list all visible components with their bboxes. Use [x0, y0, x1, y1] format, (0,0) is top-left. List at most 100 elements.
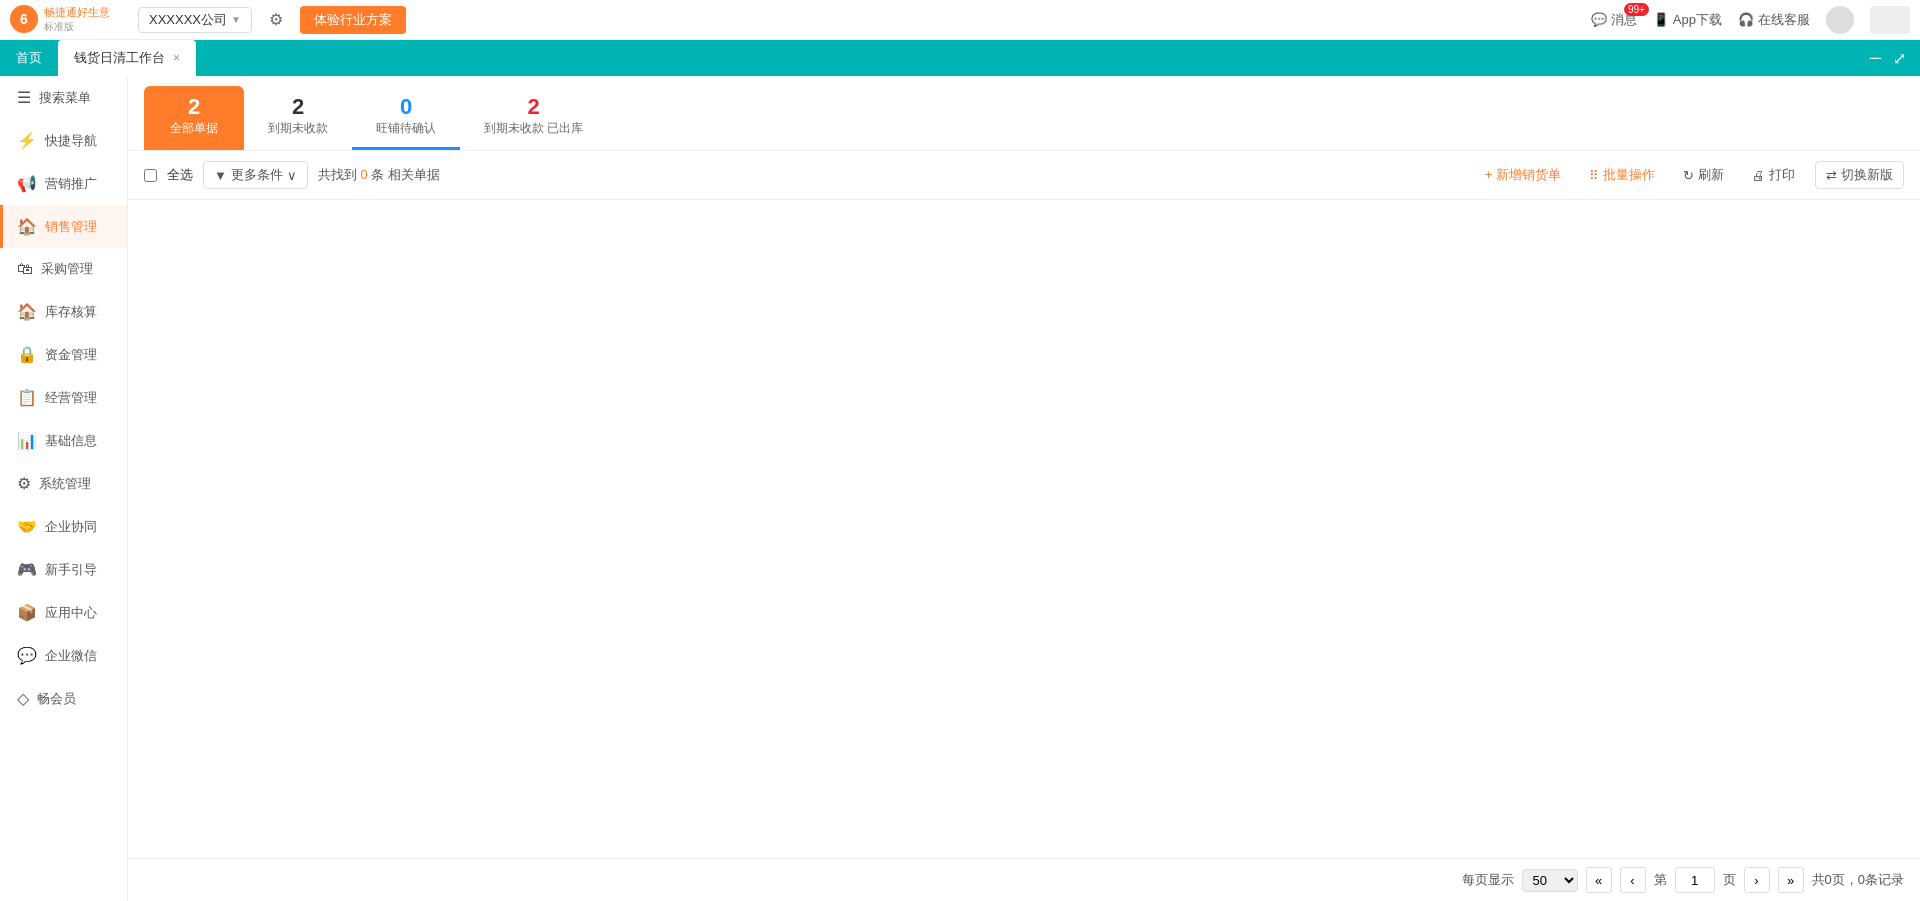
- tab-bar: 首页 钱货日清工作台 × ─ ⤢: [0, 40, 1920, 76]
- tab-close-icon[interactable]: ×: [173, 51, 180, 65]
- select-all-checkbox[interactable]: [144, 169, 157, 182]
- content-area: 2 全部单据 2 到期未收款 0 旺铺待确认 2 到期未收款 已出库 全选 ▼ …: [128, 76, 1920, 901]
- guide-icon: 🎮: [17, 560, 37, 579]
- tab-home[interactable]: 首页: [0, 40, 58, 76]
- header-right: 💬 消息 99+ 📱 App下载 🎧 在线客服: [1591, 6, 1910, 34]
- sidebar-item-system-label: 系统管理: [39, 475, 91, 493]
- switch-label: 切换新版: [1841, 166, 1893, 184]
- found-unit: 条: [371, 167, 384, 182]
- prev-page-btn[interactable]: ‹: [1620, 867, 1646, 893]
- sidebar-item-inventory[interactable]: 🏠 库存核算: [0, 290, 127, 333]
- sidebar-item-system[interactable]: ⚙ 系统管理: [0, 462, 127, 505]
- sidebar-item-finance-label: 资金管理: [45, 346, 97, 364]
- first-page-btn[interactable]: «: [1586, 867, 1612, 893]
- sidebar-item-sales-label: 销售管理: [45, 218, 97, 236]
- operations-icon: 📋: [17, 388, 37, 407]
- online-service-button[interactable]: 🎧 在线客服: [1738, 11, 1810, 29]
- last-page-btn[interactable]: »: [1778, 867, 1804, 893]
- basics-icon: 📊: [17, 431, 37, 450]
- sidebar-item-basics-label: 基础信息: [45, 432, 97, 450]
- appstore-icon: 📦: [17, 603, 37, 622]
- download-icon: 📱: [1653, 12, 1669, 27]
- switch-version-btn[interactable]: ⇄ 切换新版: [1815, 161, 1904, 189]
- stat-all-num: 2: [188, 94, 200, 120]
- sidebar-item-inventory-label: 库存核算: [45, 303, 97, 321]
- user-name[interactable]: [1870, 6, 1910, 34]
- batch-icon: ⠿: [1589, 168, 1599, 183]
- search-menu-icon: ☰: [17, 88, 31, 107]
- avatar[interactable]: [1826, 6, 1854, 34]
- stat-tab-overdue[interactable]: 2 到期未收款: [244, 86, 352, 150]
- messages-badge: 99+: [1624, 3, 1649, 16]
- found-suffix: 相关单据: [388, 167, 440, 182]
- sidebar-item-guide-label: 新手引导: [45, 561, 97, 579]
- stat-overdue-out-label: 到期未收款 已出库: [484, 120, 583, 137]
- sales-icon: 🏠: [17, 217, 37, 236]
- per-page-label: 每页显示: [1462, 871, 1514, 889]
- inventory-icon: 🏠: [17, 302, 37, 321]
- sidebar-item-guide[interactable]: 🎮 新手引导: [0, 548, 127, 591]
- finance-icon: 🔒: [17, 345, 37, 364]
- sidebar-item-appstore[interactable]: 📦 应用中心: [0, 591, 127, 634]
- stat-tab-all[interactable]: 2 全部单据: [144, 86, 244, 150]
- sidebar-item-member[interactable]: ◇ 畅会员: [0, 677, 127, 720]
- sidebar-item-quicknav[interactable]: ⚡ 快捷导航: [0, 119, 127, 162]
- stat-tab-wangpu[interactable]: 0 旺铺待确认: [352, 86, 460, 150]
- refresh-btn[interactable]: ↻ 刷新: [1675, 162, 1732, 188]
- service-icon: 🎧: [1738, 12, 1754, 27]
- sidebar-item-member-label: 畅会员: [37, 690, 76, 708]
- batch-label: 批量操作: [1603, 166, 1655, 184]
- page-input[interactable]: [1675, 867, 1715, 893]
- total-info: 共0页，0条记录: [1812, 871, 1904, 889]
- tab-maximize-icon[interactable]: ⤢: [1891, 47, 1908, 70]
- app-download-label: App下载: [1673, 11, 1722, 29]
- sidebar-item-enterprise[interactable]: 🤝 企业协同: [0, 505, 127, 548]
- next-page-btn[interactable]: ›: [1744, 867, 1770, 893]
- message-icon: 💬: [1591, 12, 1607, 27]
- company-name: XXXXXX公司: [149, 11, 227, 29]
- page-label: 第: [1654, 871, 1667, 889]
- app-download-button[interactable]: 📱 App下载: [1653, 11, 1722, 29]
- sidebar-item-appstore-label: 应用中心: [45, 604, 97, 622]
- stat-wangpu-label: 旺铺待确认: [376, 120, 436, 137]
- sidebar-item-operations[interactable]: 📋 经营管理: [0, 376, 127, 419]
- filter-icon: ▼: [214, 168, 227, 183]
- sidebar-item-sales[interactable]: 🏠 销售管理: [0, 205, 127, 248]
- table-area: [128, 200, 1920, 858]
- sidebar-item-search[interactable]: ☰ 搜索菜单: [0, 76, 127, 119]
- sidebar-item-purchase[interactable]: 🛍 采购管理: [0, 248, 127, 290]
- sidebar-item-marketing[interactable]: 📢 营销推广: [0, 162, 127, 205]
- sidebar-item-purchase-label: 采购管理: [41, 260, 93, 278]
- print-label: 打印: [1769, 166, 1795, 184]
- member-icon: ◇: [17, 689, 29, 708]
- marketing-icon: 📢: [17, 174, 37, 193]
- stat-tab-overdue-out[interactable]: 2 到期未收款 已出库: [460, 86, 607, 150]
- print-btn[interactable]: 🖨 打印: [1744, 162, 1803, 188]
- tab-workbench-label: 钱货日清工作台: [74, 49, 165, 67]
- per-page-select[interactable]: 50 10 20 100: [1522, 869, 1578, 892]
- messages-button[interactable]: 💬 消息 99+: [1591, 11, 1637, 29]
- stat-overdue-label: 到期未收款: [268, 120, 328, 137]
- sidebar-item-enterprise-label: 企业协同: [45, 518, 97, 536]
- logo-text: 畅捷通好生意: [44, 5, 110, 19]
- stats-tabs: 2 全部单据 2 到期未收款 0 旺铺待确认 2 到期未收款 已出库: [128, 76, 1920, 151]
- logo-area: 6 畅捷通好生意 标准版: [10, 5, 138, 33]
- quicknav-icon: ⚡: [17, 131, 37, 150]
- sidebar-item-finance[interactable]: 🔒 资金管理: [0, 333, 127, 376]
- add-sales-btn[interactable]: + 新增销货单: [1477, 162, 1569, 188]
- sidebar-item-operations-label: 经营管理: [45, 389, 97, 407]
- batch-btn[interactable]: ⠿ 批量操作: [1581, 162, 1663, 188]
- page-next-label: 页: [1723, 871, 1736, 889]
- sidebar-item-basics[interactable]: 📊 基础信息: [0, 419, 127, 462]
- sidebar-item-wechat[interactable]: 💬 企业微信: [0, 634, 127, 677]
- toolbar: 全选 ▼ 更多条件 ∨ 共找到 0 条 相关单据 + 新增销货单 ⠿ 批量操作 …: [128, 151, 1920, 200]
- wechat-icon: 💬: [17, 646, 37, 665]
- company-selector[interactable]: XXXXXX公司 ▼: [138, 7, 252, 33]
- tab-minimize-icon[interactable]: ─: [1868, 47, 1883, 69]
- settings-icon[interactable]: ⚙: [262, 6, 290, 34]
- sidebar-item-wechat-label: 企业微信: [45, 647, 97, 665]
- trial-button[interactable]: 体验行业方案: [300, 6, 406, 34]
- stat-all-label: 全部单据: [170, 120, 218, 137]
- tab-workbench[interactable]: 钱货日清工作台 ×: [58, 40, 196, 76]
- filter-button[interactable]: ▼ 更多条件 ∨: [203, 161, 308, 189]
